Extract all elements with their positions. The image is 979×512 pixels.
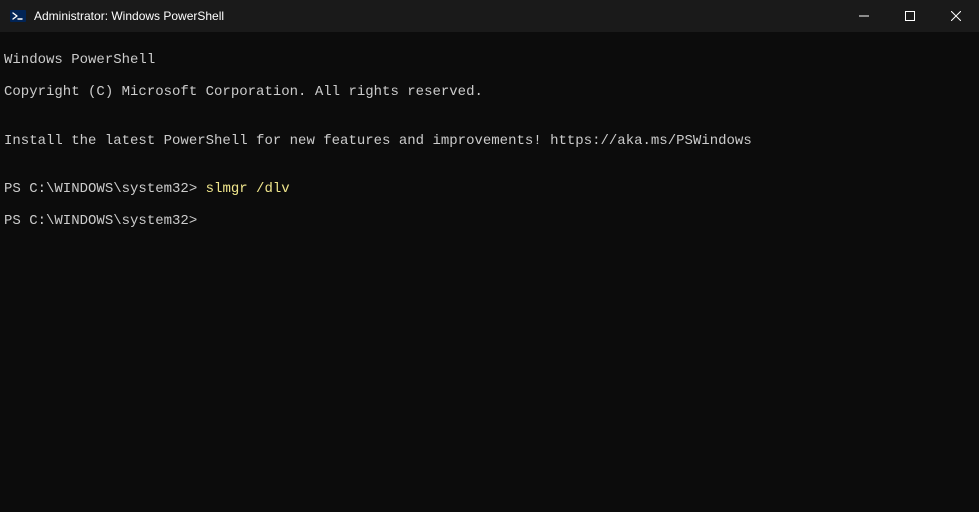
window-controls [841, 0, 979, 32]
output-line: Windows PowerShell [4, 52, 975, 68]
prompt-prefix: PS C:\WINDOWS\system32> [4, 181, 206, 197]
command-text: slmgr /dlv [206, 181, 290, 197]
titlebar-left: Administrator: Windows PowerShell [0, 8, 224, 24]
prompt-line: PS C:\WINDOWS\system32> slmgr /dlv [4, 181, 975, 197]
close-button[interactable] [933, 0, 979, 32]
window-title: Administrator: Windows PowerShell [34, 9, 224, 23]
output-line: Copyright (C) Microsoft Corporation. All… [4, 84, 975, 100]
terminal-output[interactable]: Windows PowerShell Copyright (C) Microso… [0, 32, 979, 249]
powershell-icon [10, 8, 26, 24]
output-line: Install the latest PowerShell for new fe… [4, 133, 975, 149]
prompt-line: PS C:\WINDOWS\system32> [4, 213, 975, 229]
maximize-button[interactable] [887, 0, 933, 32]
prompt-prefix: PS C:\WINDOWS\system32> [4, 213, 197, 229]
titlebar[interactable]: Administrator: Windows PowerShell [0, 0, 979, 32]
minimize-button[interactable] [841, 0, 887, 32]
